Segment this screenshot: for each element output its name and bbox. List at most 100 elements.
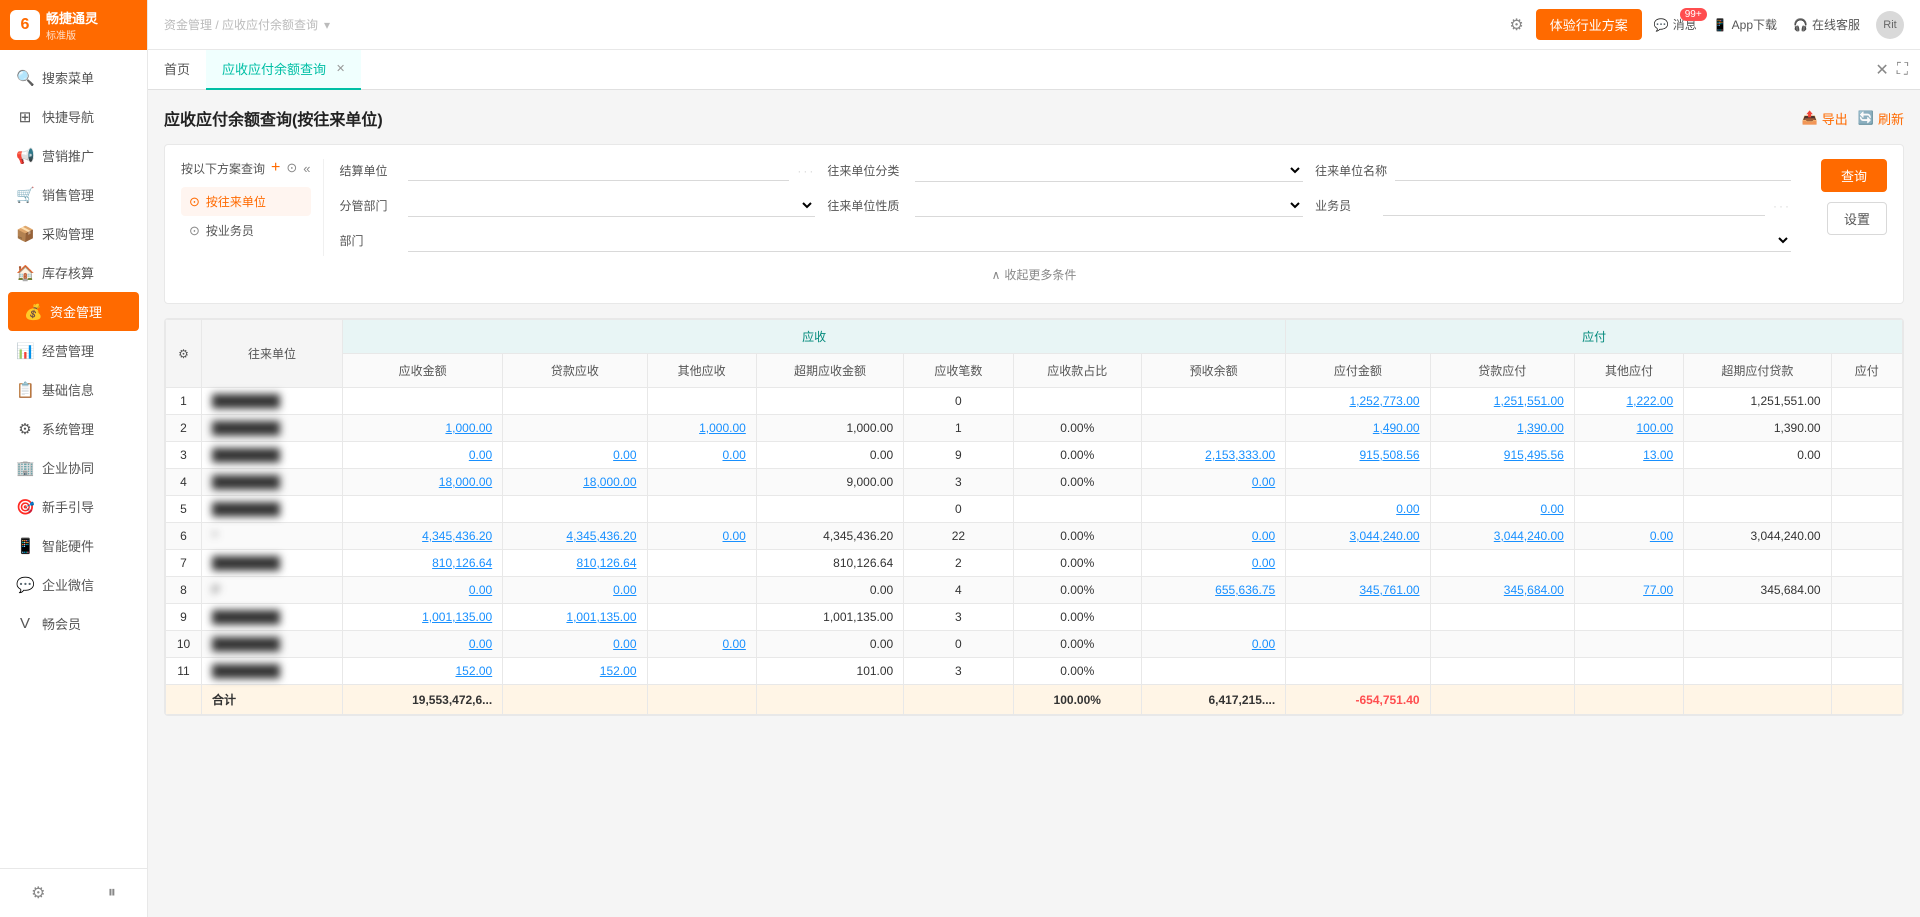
sidebar-item-quick[interactable]: ⊞ 快捷导航: [0, 97, 147, 136]
sidebar-item-operation[interactable]: 📊 经营管理: [0, 331, 147, 370]
sidebar-item-sales[interactable]: 🛒 销售管理: [0, 175, 147, 214]
table-row: 3 ████████ 0.00 0.00 0.00 0.00 9 0.00% 2…: [166, 442, 1903, 469]
cell-ar-prepay: [1141, 388, 1285, 415]
tab-close-icon[interactable]: ✕: [336, 62, 345, 75]
cell-ap-extra: [1831, 604, 1902, 631]
yewuyuan-input[interactable]: [1383, 195, 1765, 216]
sidebar-item-guide[interactable]: 🎯 新手引导: [0, 487, 147, 526]
filter-dept-row: 部门: [340, 229, 1792, 252]
yewuyuan-dots: ···: [1773, 199, 1791, 213]
cell-ar-ratio: [1013, 496, 1141, 523]
sidebar-item-basic[interactable]: 📋 基础信息: [0, 370, 147, 409]
settings-button[interactable]: 设置: [1827, 202, 1887, 235]
settings-footer-icon[interactable]: ⚙: [23, 879, 53, 907]
sidebar-item-hardware[interactable]: 📱 智能硬件: [0, 526, 147, 565]
message-icon: 💬: [1654, 18, 1669, 32]
cell-ar-loan: 0.00: [503, 577, 647, 604]
th-ap-loan: 贷款应付: [1430, 354, 1574, 388]
main-content: 首页 应收应付余额查询 ✕ ✕ ⛶ 应收应付余额查询(按往来单位) 📤 导出 🔄…: [148, 50, 1920, 917]
cell-ar-ratio: 0.00%: [1013, 469, 1141, 496]
close-window-icon[interactable]: ✕: [1875, 60, 1888, 80]
app-download-button[interactable]: 📱 App下载: [1713, 16, 1777, 33]
wanglai-name-input[interactable]: [1395, 160, 1791, 181]
dept-select[interactable]: [408, 229, 1792, 252]
cell-ar-other: 1,000.00: [647, 415, 756, 442]
cell-ap-overdue: 0.00: [1684, 442, 1831, 469]
refresh-button[interactable]: 🔄 刷新: [1858, 109, 1904, 128]
sidebar-icon-purchase: 📦: [16, 225, 34, 243]
app-icon: 📱: [1713, 18, 1728, 32]
filter-area: 按以下方案查询 + ⊙ « ⊙ 按往来单位 ⊙ 按业务员: [164, 144, 1904, 304]
scheme-by-salesperson[interactable]: ⊙ 按业务员: [181, 216, 311, 245]
th-ar-other: 其他应收: [647, 354, 756, 388]
scheme-by-partner[interactable]: ⊙ 按往来单位: [181, 187, 311, 216]
collapse-footer-icon[interactable]: ⏸: [100, 880, 124, 906]
sidebar-label-operation: 经营管理: [42, 341, 94, 360]
messages-button[interactable]: 💬 消息 99+: [1654, 16, 1697, 33]
add-scheme-icon[interactable]: +: [271, 159, 280, 177]
sidebar-icon-search: 🔍: [16, 69, 34, 87]
sidebar-item-search[interactable]: 🔍 搜索菜单: [0, 58, 147, 97]
sidebar-item-corp[interactable]: 🏢 企业协同: [0, 448, 147, 487]
sidebar-item-purchase[interactable]: 📦 采购管理: [0, 214, 147, 253]
collapse-button[interactable]: ∧ 收起更多条件: [181, 260, 1887, 289]
user-avatar[interactable]: Rit: [1876, 11, 1904, 39]
sidebar-icon-corp: 🏢: [16, 459, 34, 477]
edit-scheme-icon[interactable]: ⊙: [286, 160, 297, 176]
wanglai-name-label: 往来单位名称: [1315, 162, 1387, 179]
cell-ap-amount: 1,252,773.00: [1286, 388, 1430, 415]
sidebar-item-wechat[interactable]: 💬 企业微信: [0, 565, 147, 604]
page-header: 应收应付余额查询(按往来单位) 📤 导出 🔄 刷新: [164, 106, 1904, 130]
sidebar-label-finance: 资金管理: [50, 302, 102, 321]
cell-row-num: 3: [166, 442, 202, 469]
cell-ap-extra: [1831, 550, 1902, 577]
th-ar-loan: 贷款应收: [503, 354, 647, 388]
wanglai-xingzhi-select[interactable]: [915, 194, 1303, 217]
th-ar-amount: 应收金额: [343, 354, 503, 388]
cell-ar-other: 0.00: [647, 442, 756, 469]
cell-ar-other: [647, 496, 756, 523]
cell-ap-overdue: 345,684.00: [1684, 577, 1831, 604]
sidebar-item-system[interactable]: ⚙ 系统管理: [0, 409, 147, 448]
cell-ap-extra: [1831, 631, 1902, 658]
sidebar-label-marketing: 营销推广: [42, 146, 94, 165]
service-button[interactable]: 🎧 在线客服: [1793, 16, 1860, 33]
cell-ar-prepay: 0.00: [1141, 550, 1285, 577]
cell-partner: ████████: [202, 388, 343, 415]
cell-ap-amount: [1286, 631, 1430, 658]
th-settings[interactable]: ⚙: [166, 320, 202, 388]
sidebar-nav: 🔍 搜索菜单 ⊞ 快捷导航 📢 营销推广 🛒 销售管理 📦 采购管理 🏠 库存核…: [0, 50, 147, 868]
table-settings-icon[interactable]: ⚙: [178, 347, 189, 361]
settings-icon[interactable]: ⚙: [1509, 15, 1523, 35]
cell-ap-extra: [1831, 658, 1902, 685]
sidebar-item-inventory[interactable]: 🏠 库存核算: [0, 253, 147, 292]
collapse-scheme-icon[interactable]: «: [303, 161, 310, 176]
scheme-salesperson-label: 按业务员: [206, 222, 254, 239]
query-button[interactable]: 查询: [1821, 159, 1887, 192]
cell-ar-ratio: 0.00%: [1013, 631, 1141, 658]
cell-ap-other: 77.00: [1574, 577, 1683, 604]
cell-ap-other: [1574, 469, 1683, 496]
wanglai-fenlei-select[interactable]: [915, 159, 1303, 182]
cell-ap-amount: [1286, 469, 1430, 496]
sidebar-label-quick: 快捷导航: [42, 107, 94, 126]
promo-button[interactable]: 体验行业方案: [1536, 9, 1642, 40]
tab-home[interactable]: 首页: [148, 50, 206, 90]
tab-ar-ap[interactable]: 应收应付余额查询 ✕: [206, 50, 361, 90]
cell-ar-loan: [503, 496, 647, 523]
jiesuan-input[interactable]: [408, 160, 790, 181]
cell-ar-amount: 1,000.00: [343, 415, 503, 442]
sidebar-item-member[interactable]: V 畅会员: [0, 604, 147, 643]
cell-ar-other: [647, 604, 756, 631]
sidebar-label-purchase: 采购管理: [42, 224, 94, 243]
cell-ar-loan: [503, 415, 647, 442]
fenguan-select[interactable]: [408, 194, 816, 217]
total-ar-prepay: 6,417,215....: [1141, 685, 1285, 715]
th-ar-overdue: 超期应收金额: [756, 354, 903, 388]
maximize-icon[interactable]: ⛶: [1897, 61, 1908, 79]
cell-ap-overdue: 1,390.00: [1684, 415, 1831, 442]
cell-ar-amount: 152.00: [343, 658, 503, 685]
export-button[interactable]: 📤 导出: [1802, 109, 1848, 128]
sidebar-item-finance[interactable]: 💰 资金管理: [8, 292, 139, 331]
sidebar-item-marketing[interactable]: 📢 营销推广: [0, 136, 147, 175]
